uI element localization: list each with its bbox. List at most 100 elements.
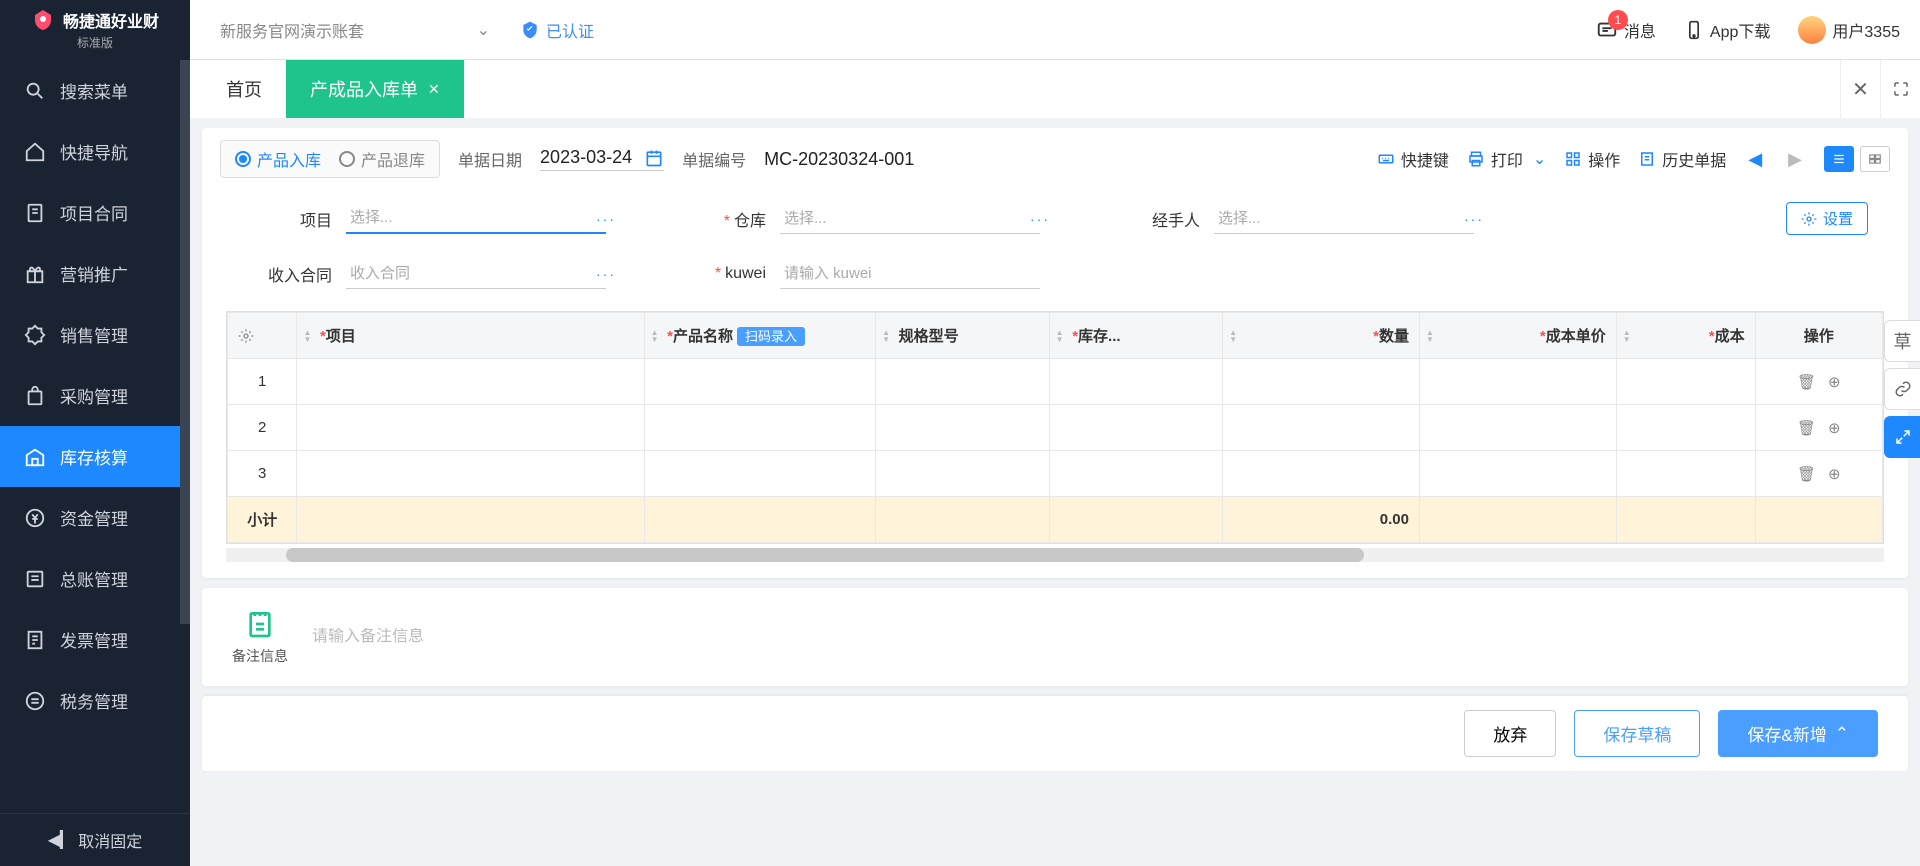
delete-row-icon[interactable]: 🗑 — [1797, 420, 1816, 437]
avatar — [1798, 16, 1826, 44]
field-kuwei: *kuwei — [676, 259, 1040, 289]
view-card-button[interactable] — [1860, 146, 1890, 172]
next-doc-button[interactable]: ▶ — [1784, 149, 1806, 170]
subtotal-label: 小计 — [228, 497, 297, 543]
col-cost[interactable]: ▲▼*成本 — [1616, 313, 1755, 359]
grid-icon — [1564, 150, 1582, 168]
col-gear[interactable] — [228, 313, 297, 359]
sidebar-item-purchase[interactable]: 采购管理 — [0, 365, 190, 426]
doc-no-value: MC-20230324-001 — [764, 149, 914, 170]
gift-icon — [24, 263, 46, 285]
messages-button[interactable]: 1 消息 — [1596, 18, 1656, 42]
operate-label: 操作 — [1588, 147, 1620, 171]
field-handler: 经手人 ··· — [1110, 202, 1484, 235]
more-icon[interactable]: ··· — [596, 211, 616, 227]
doc-date-input[interactable]: 2023-03-24 — [540, 147, 664, 171]
user-menu[interactable]: 用户3355 — [1798, 16, 1900, 44]
income-contract-input[interactable] — [346, 259, 606, 289]
col-product-name[interactable]: ▲▼ *产品名称扫码录入 — [644, 313, 875, 359]
account-selector[interactable]: 新服务官网演示账套 ⌄ — [190, 18, 520, 42]
sidebar-item-search[interactable]: 搜索菜单 — [0, 60, 190, 121]
history-button[interactable]: 历史单据 — [1638, 147, 1726, 171]
print-button[interactable]: 打印⌄ — [1467, 147, 1546, 171]
table-row[interactable]: 1 🗑 ⊕ — [228, 359, 1883, 405]
radio-product-in[interactable]: 产品入库 — [235, 147, 321, 171]
settings-button[interactable]: 设置 — [1786, 202, 1868, 235]
col-spec[interactable]: ▲▼ 规格型号 — [876, 313, 1050, 359]
col-unit-cost[interactable]: ▲▼*成本单价 — [1420, 313, 1617, 359]
sort-icon: ▲▼ — [303, 329, 311, 343]
scan-badge[interactable]: 扫码录入 — [737, 327, 805, 346]
sidebar-scrollbar[interactable] — [180, 60, 190, 624]
strip-draft-label: 草 — [1894, 328, 1912, 354]
sidebar-item-quicknav[interactable]: 快捷导航 — [0, 121, 190, 182]
sidebar-item-marketing[interactable]: 营销推广 — [0, 243, 190, 304]
add-row-icon[interactable]: ⊕ — [1828, 420, 1841, 437]
kuwei-label: *kuwei — [676, 265, 766, 283]
fullscreen-button[interactable] — [1880, 60, 1920, 118]
delete-row-icon[interactable]: 🗑 — [1797, 466, 1816, 483]
sidebar-item-ledger[interactable]: 总账管理 — [0, 548, 190, 609]
kuwei-input[interactable] — [780, 259, 1040, 289]
sidebar-label: 发票管理 — [60, 627, 128, 652]
more-icon[interactable]: ··· — [596, 266, 616, 282]
col-project[interactable]: ▲▼ *项目 — [297, 313, 644, 359]
sidebar-item-inventory[interactable]: 库存核算 — [0, 426, 190, 487]
sort-icon: ▲▼ — [882, 329, 890, 343]
tab-product-in[interactable]: 产成品入库单 ✕ — [286, 60, 464, 118]
table-hscrollbar[interactable] — [226, 548, 1884, 562]
operate-button[interactable]: 操作 — [1564, 147, 1620, 171]
expand-icon — [1894, 428, 1912, 446]
tab-home[interactable]: 首页 — [202, 60, 286, 118]
more-icon[interactable]: ··· — [1030, 211, 1050, 227]
tab-label: 首页 — [226, 76, 262, 102]
close-icon[interactable]: ✕ — [428, 81, 440, 98]
remarks-input[interactable] — [312, 628, 1878, 646]
sidebar-item-tax[interactable]: 税务管理 — [0, 670, 190, 731]
table-row[interactable]: 2🗑⊕ — [228, 405, 1883, 451]
col-inventory[interactable]: ▲▼ *库存... — [1049, 313, 1223, 359]
app-download-button[interactable]: App下载 — [1684, 18, 1770, 42]
warehouse-input[interactable] — [780, 204, 1040, 234]
row-num: 1 — [228, 359, 297, 405]
sort-icon: ▲▼ — [1056, 329, 1064, 343]
col-qty[interactable]: ▲▼*数量 — [1223, 313, 1420, 359]
sidebar-item-sales[interactable]: 销售管理 — [0, 304, 190, 365]
sort-icon: ▲▼ — [651, 329, 659, 343]
tabs-close-all[interactable]: ✕ — [1840, 60, 1880, 118]
table-row[interactable]: 3🗑⊕ — [228, 451, 1883, 497]
logo-icon — [31, 8, 55, 32]
strip-draft-button[interactable]: 草 — [1884, 320, 1920, 362]
scrollbar-thumb[interactable] — [286, 548, 1364, 562]
app-header: 畅捷通好业财 标准版 新服务官网演示账套 ⌄ 已认证 1 消息 App下载 用户… — [0, 0, 1920, 60]
verified-badge: 已认证 — [520, 18, 594, 42]
discard-button[interactable]: 放弃 — [1464, 710, 1556, 757]
handler-input[interactable] — [1214, 204, 1474, 234]
link-icon — [1894, 380, 1912, 398]
shortcut-button[interactable]: 快捷键 — [1377, 147, 1449, 171]
strip-expand-button[interactable] — [1884, 416, 1920, 458]
sidebar-item-project-contract[interactable]: 项目合同 — [0, 182, 190, 243]
project-input[interactable] — [346, 203, 606, 234]
save-new-button[interactable]: 保存&新增⌃ — [1718, 710, 1878, 757]
col-ops: 操作 — [1755, 313, 1882, 359]
more-icon[interactable]: ··· — [1464, 211, 1484, 227]
sidebar-item-invoice[interactable]: 发票管理 — [0, 609, 190, 670]
sidebar-item-funds[interactable]: 资金管理 — [0, 487, 190, 548]
field-project: 项目 ··· — [242, 202, 616, 235]
chevron-down-icon: ⌄ — [477, 20, 490, 40]
prev-doc-button[interactable]: ◀ — [1744, 149, 1766, 170]
view-list-button[interactable] — [1824, 146, 1854, 172]
strip-link-button[interactable] — [1884, 368, 1920, 410]
doc-icon — [24, 202, 46, 224]
sidebar-label: 销售管理 — [60, 322, 128, 347]
invoice-icon — [24, 629, 46, 651]
logo-text: 畅捷通好业财 — [63, 8, 159, 32]
add-row-icon[interactable]: ⊕ — [1828, 466, 1841, 483]
save-draft-button[interactable]: 保存草稿 — [1574, 710, 1700, 757]
add-row-icon[interactable]: ⊕ — [1828, 374, 1841, 391]
sidebar-label: 项目合同 — [60, 200, 128, 225]
sidebar-collapse-button[interactable]: ◀▎ 取消固定 — [0, 813, 190, 866]
radio-product-out[interactable]: 产品退库 — [339, 147, 425, 171]
delete-row-icon[interactable]: 🗑 — [1797, 374, 1816, 391]
